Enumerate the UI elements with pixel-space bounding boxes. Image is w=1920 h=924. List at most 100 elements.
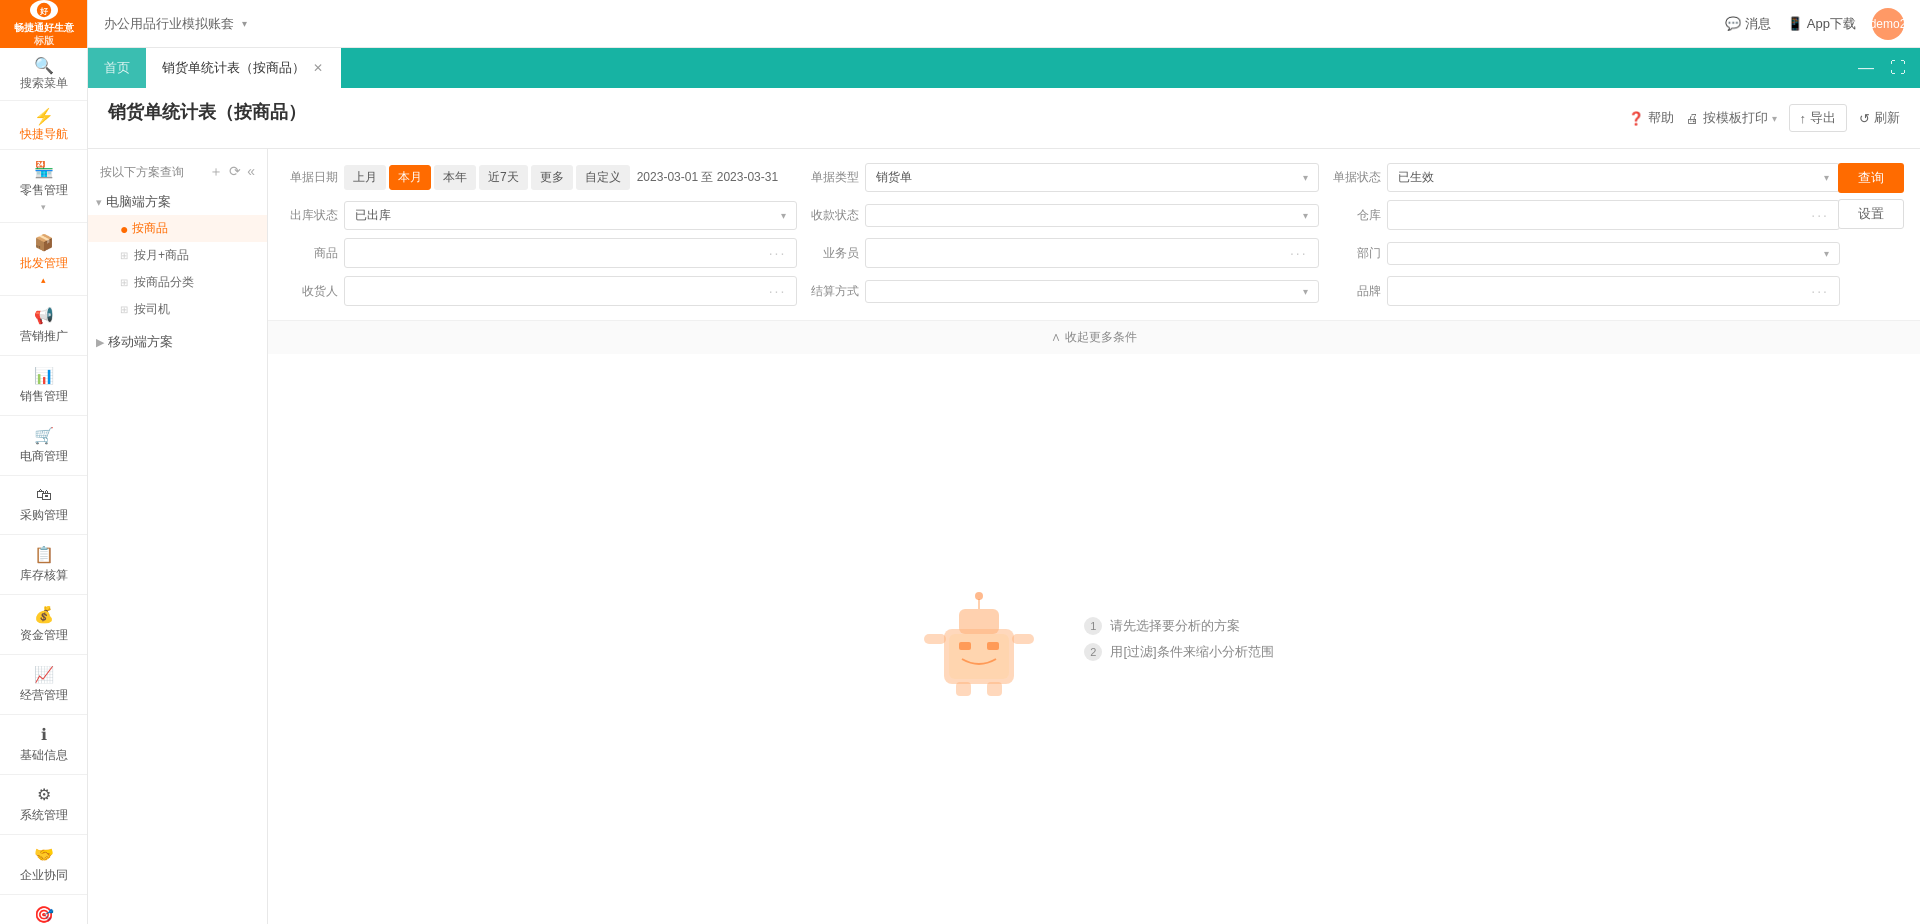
add-scheme-icon[interactable]: ＋ (209, 163, 223, 181)
tree-item-by-goods-category[interactable]: ⊞ 按商品分类 (88, 269, 267, 296)
tab-close-icon[interactable]: ✕ (311, 61, 325, 75)
sidebar-item-retail[interactable]: 🏪 零售管理 ▾ (0, 150, 87, 223)
sidebar-item-wholesale[interactable]: 📦 批发管理 ▴ (0, 223, 87, 296)
goods-input[interactable]: ··· (344, 238, 797, 268)
sidebar: 好 畅捷通好生意 标版 🔍 搜索菜单 ⚡ 快捷导航 🏪 零售管理 ▾ 📦 批发管… (0, 0, 88, 924)
date-btn-last-month[interactable]: 上月 (344, 165, 386, 190)
status-select[interactable]: 已生效 ▾ (1387, 163, 1840, 192)
sidebar-item-basic-info[interactable]: ℹ 基础信息 (0, 715, 87, 775)
logo[interactable]: 好 畅捷通好生意 标版 (0, 0, 87, 48)
grid-icon-2: ⊞ (120, 277, 128, 288)
avatar[interactable]: demo2 (1872, 8, 1904, 40)
settle-label: 结算方式 (805, 283, 859, 300)
settings-button[interactable]: 设置 (1838, 199, 1904, 229)
date-btn-custom[interactable]: 自定义 (576, 165, 630, 190)
tab-bar: 首页 销货单统计表（按商品） ✕ — ⛶ (88, 48, 1920, 88)
filter-row-2: 出库状态 已出库 ▾ 收款状态 ▾ (268, 196, 1920, 234)
sidebar-item-search[interactable]: 🔍 搜索菜单 (0, 48, 87, 101)
tree-category-pc[interactable]: ▾ 电脑端方案 (88, 189, 267, 215)
sidebar-item-guide[interactable]: 🎯 新手引导 (0, 895, 87, 924)
dept-dropdown-icon: ▾ (1824, 248, 1829, 259)
tree-item-by-month-goods[interactable]: ⊞ 按月+商品 (88, 242, 267, 269)
receiver-ellipsis-icon: ··· (769, 283, 787, 299)
app-download-button[interactable]: 📱 App下载 (1787, 15, 1856, 33)
export-button[interactable]: ↑ 导出 (1789, 104, 1848, 132)
brand-label: 品牌 (1327, 283, 1381, 300)
tab-minimize-icon[interactable]: — (1852, 55, 1880, 81)
print-dropdown-icon: ▾ (1772, 113, 1777, 124)
date-btn-more[interactable]: 更多 (531, 165, 573, 190)
date-btn-this-month[interactable]: 本月 (389, 165, 431, 190)
svg-rect-5 (987, 642, 999, 650)
help-icon: ❓ (1628, 111, 1644, 126)
logo-icon: 好 (30, 0, 58, 20)
collect-select[interactable]: ▾ (865, 204, 1318, 227)
sidebar-item-sales[interactable]: 📊 销售管理 (0, 356, 87, 416)
brand-input[interactable]: ··· (1387, 276, 1840, 306)
tree-item-by-driver[interactable]: ⊞ 按司机 (88, 296, 267, 323)
out-status-select[interactable]: 已出库 ▾ (344, 201, 797, 230)
staff-input[interactable]: ··· (865, 238, 1318, 268)
svg-rect-12 (987, 682, 1002, 696)
empty-tip-2: 2 用[过滤]条件来缩小分析范围 (1084, 643, 1273, 661)
sales-icon: 📊 (34, 366, 54, 385)
message-icon: 💬 (1725, 16, 1741, 31)
app-name: 畅捷通好生意 (14, 22, 74, 34)
sidebar-item-enterprise[interactable]: 🤝 企业协同 (0, 835, 87, 895)
tip-text-2: 用[过滤]条件来缩小分析范围 (1110, 643, 1273, 661)
refresh-scheme-icon[interactable]: ⟳ (229, 163, 241, 181)
svg-rect-11 (956, 682, 971, 696)
sidebar-item-system[interactable]: ⚙ 系统管理 (0, 775, 87, 835)
sidebar-item-operations[interactable]: 📈 经营管理 (0, 655, 87, 715)
type-label: 单据类型 (805, 169, 859, 186)
tab-bar-actions: — ⛶ (1852, 55, 1920, 81)
message-button[interactable]: 💬 消息 (1725, 15, 1771, 33)
help-button[interactable]: ❓ 帮助 (1628, 109, 1674, 127)
sidebar-item-marketing[interactable]: 📢 营销推广 (0, 296, 87, 356)
sidebar-item-ecommerce[interactable]: 🛒 电商管理 (0, 416, 87, 476)
sidebar-item-inventory[interactable]: 📋 库存核算 (0, 535, 87, 595)
dept-select[interactable]: ▾ (1387, 242, 1840, 265)
tab-expand-icon[interactable]: ⛶ (1884, 55, 1912, 81)
receiver-input[interactable]: ··· (344, 276, 797, 306)
sidebar-item-finance[interactable]: 💰 资金管理 (0, 595, 87, 655)
tree-item-by-goods[interactable]: ● 按商品 (88, 215, 267, 242)
breadcrumb-dropdown-icon[interactable]: ▾ (242, 18, 247, 29)
query-button[interactable]: 查询 (1838, 163, 1904, 193)
warehouse-input[interactable]: ··· (1387, 200, 1840, 230)
collapse-bar[interactable]: ∧ 收起更多条件 (268, 320, 1920, 354)
date-range-display: 2023-03-01 至 2023-03-31 (637, 169, 778, 186)
warehouse-cell: 仓库 ··· (1327, 200, 1840, 230)
page-header-actions: ❓ 帮助 🖨 按模板打印 ▾ ↑ 导出 ↺ 刷新 (1628, 104, 1901, 132)
date-btn-7days[interactable]: 近7天 (479, 165, 528, 190)
retail-icon: 🏪 (34, 160, 54, 179)
date-btn-this-year[interactable]: 本年 (434, 165, 476, 190)
type-select[interactable]: 销货单 ▾ (865, 163, 1318, 192)
print-button[interactable]: 🖨 按模板打印 ▾ (1686, 109, 1777, 127)
collapse-panel-icon[interactable]: « (247, 163, 255, 181)
system-icon: ⚙ (37, 785, 51, 804)
staff-ellipsis-icon: ··· (1290, 245, 1308, 261)
breadcrumb-text: 办公用品行业模拟账套 (104, 15, 234, 33)
out-status-dropdown-icon: ▾ (781, 210, 786, 221)
header-actions: 💬 消息 📱 App下载 demo2 (1725, 8, 1904, 40)
tree-mobile-label: 移动端方案 (108, 333, 173, 351)
tab-home[interactable]: 首页 (88, 48, 146, 88)
page-content: 销货单统计表（按商品） ❓ 帮助 🖨 按模板打印 ▾ ↑ 导出 ↺ 刷新 (88, 88, 1920, 924)
content-body: 按以下方案查询 ＋ ⟳ « ▾ 电脑端方案 ● 按商品 (88, 149, 1920, 924)
refresh-button[interactable]: ↺ 刷新 (1859, 109, 1900, 127)
wholesale-icon: 📦 (34, 233, 54, 252)
settle-select[interactable]: ▾ (865, 280, 1318, 303)
date-buttons: 上月 本月 本年 近7天 更多 自定义 2023-03-01 至 2023-03… (344, 165, 797, 190)
left-panel: 按以下方案查询 ＋ ⟳ « ▾ 电脑端方案 ● 按商品 (88, 149, 268, 924)
sidebar-item-quick-nav[interactable]: ⚡ 快捷导航 (0, 101, 87, 150)
out-status-label: 出库状态 (284, 207, 338, 224)
brand-ellipsis-icon: ··· (1811, 283, 1829, 299)
goods-cell: 商品 ··· (284, 238, 797, 268)
tab-sales-report[interactable]: 销货单统计表（按商品） ✕ (146, 48, 341, 88)
sidebar-item-purchase[interactable]: 🛍 采购管理 (0, 476, 87, 535)
home-tab-label: 首页 (104, 59, 130, 77)
panel-header-title: 按以下方案查询 (100, 164, 184, 181)
tree-category-mobile[interactable]: ▶ 移动端方案 (88, 329, 267, 355)
finance-icon: 💰 (34, 605, 54, 624)
